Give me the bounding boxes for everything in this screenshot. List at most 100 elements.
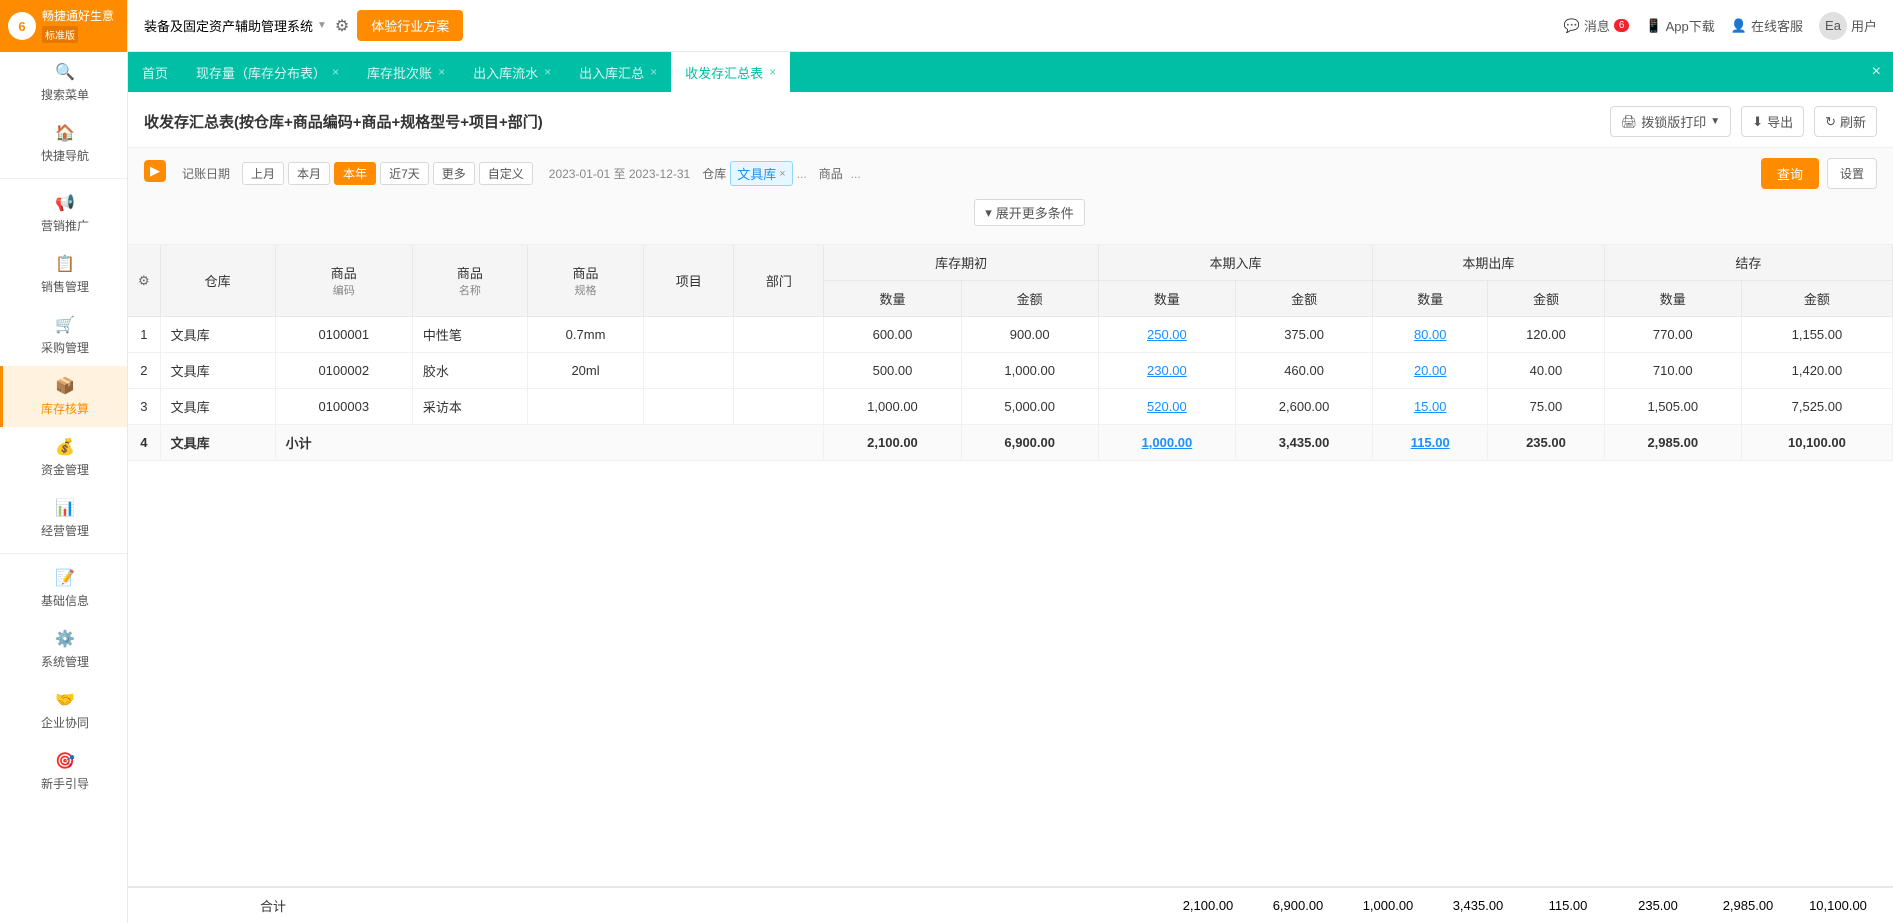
row1-out-qty[interactable]: 80.00 xyxy=(1373,317,1488,353)
tab-recv-summary-close[interactable]: × xyxy=(769,65,776,79)
refresh-button[interactable]: ↻ 刷新 xyxy=(1814,106,1877,137)
col-header-in-amt: 金额 xyxy=(1235,281,1372,317)
tab-flow-close[interactable]: × xyxy=(544,65,551,79)
table-settings-col[interactable]: ⚙ xyxy=(128,245,160,317)
row3-out-qty[interactable]: 15.00 xyxy=(1373,389,1488,425)
tab-summary-close[interactable]: × xyxy=(650,65,657,79)
row2-project xyxy=(644,353,734,389)
tab-batch-close[interactable]: × xyxy=(438,65,445,79)
row2-spec: 20ml xyxy=(527,353,643,389)
row2-in-qty[interactable]: 230.00 xyxy=(1098,353,1235,389)
gear-icon[interactable]: ⚙ xyxy=(335,16,349,36)
row3-name: 采访本 xyxy=(412,389,527,425)
basic-info-icon: 📝 xyxy=(55,568,75,588)
warehouse-more[interactable]: ... xyxy=(797,167,807,181)
date-btn-7days[interactable]: 近7天 xyxy=(380,162,429,185)
col-header-in: 本期入库 xyxy=(1098,245,1372,281)
sidebar-item-inventory[interactable]: 📦 库存核算 xyxy=(0,366,127,427)
avatar: Ea xyxy=(1819,12,1847,40)
sidebar-item-operations[interactable]: 📊 经营管理 xyxy=(0,488,127,549)
phone-icon: 📱 xyxy=(1645,18,1661,34)
settings-button[interactable]: 设置 xyxy=(1827,158,1877,189)
date-btn-custom[interactable]: 自定义 xyxy=(479,162,533,185)
logo-badge: 标准版 xyxy=(42,26,78,43)
goods-filter-label: 商品 xyxy=(819,165,843,182)
row1-project xyxy=(644,317,734,353)
subtotal-bal-amt: 10,100.00 xyxy=(1741,425,1892,461)
expand-more-conditions[interactable]: ▾ 展开更多条件 xyxy=(974,199,1085,226)
print-label: 拨锁版打印 xyxy=(1641,112,1706,131)
online-service-item[interactable]: 👤 在线客服 xyxy=(1731,16,1803,35)
sidebar-item-marketing[interactable]: 📢 营销推广 xyxy=(0,183,127,244)
row1-in-qty[interactable]: 250.00 xyxy=(1098,317,1235,353)
sidebar-label-operations: 经营管理 xyxy=(41,522,89,539)
col-header-project: 项目 xyxy=(644,245,734,317)
date-btn-this-year[interactable]: 本年 xyxy=(334,162,376,185)
row1-index: 1 xyxy=(128,317,160,353)
sales-icon: 📋 xyxy=(55,254,75,274)
sidebar-item-guide[interactable]: 🎯 新手引导 xyxy=(0,741,127,802)
subtotal-in-qty[interactable]: 1,000.00 xyxy=(1098,425,1235,461)
table-row: 3 文具库 0100003 采访本 1,000.00 5,000.00 520.… xyxy=(128,389,1893,425)
table-footer: 合计 2,100.00 6,900.00 1,000.00 3,435.00 1… xyxy=(128,886,1893,923)
sidebar-item-enterprise[interactable]: 🤝 企业协同 xyxy=(0,680,127,741)
filter-area: ▶ 记账日期 上月 本月 本年 近7天 更多 自定义 2023-01-01 至 … xyxy=(128,148,1893,245)
close-all-tabs[interactable]: × xyxy=(1860,63,1893,81)
date-btn-this-month[interactable]: 本月 xyxy=(288,162,330,185)
row2-out-amt: 40.00 xyxy=(1488,353,1604,389)
footer-label: 合计 xyxy=(250,896,1163,915)
sidebar-label-marketing: 营销推广 xyxy=(41,217,89,234)
user-item[interactable]: Ea 用户 xyxy=(1819,12,1877,40)
row3-spec xyxy=(527,389,643,425)
warehouse-tag-close[interactable]: × xyxy=(779,168,785,180)
message-item[interactable]: 💬 消息 6 xyxy=(1564,16,1630,35)
export-icon: ⬇ xyxy=(1752,114,1763,130)
tab-inventory-dist-close[interactable]: × xyxy=(332,65,339,79)
system-icon: ⚙️ xyxy=(55,629,75,649)
tab-summary[interactable]: 出入库汇总 × xyxy=(565,52,671,92)
guide-icon: 🎯 xyxy=(55,751,75,771)
sidebar-item-search[interactable]: 🔍 搜索菜单 xyxy=(0,52,127,113)
trial-button[interactable]: 体验行业方案 xyxy=(357,10,463,41)
row1-bal-qty: 770.00 xyxy=(1604,317,1741,353)
tab-flow[interactable]: 出入库流水 × xyxy=(459,52,565,92)
footer-in-qty: 1,000.00 xyxy=(1343,898,1433,913)
col-header-bal-amt: 金额 xyxy=(1741,281,1892,317)
tab-recv-summary[interactable]: 收发存汇总表 × xyxy=(671,52,790,92)
col-header-out-qty: 数量 xyxy=(1373,281,1488,317)
goods-more[interactable]: ... xyxy=(851,167,861,181)
tab-inventory-dist[interactable]: 现存量（库存分布表） × xyxy=(182,52,353,92)
row3-project xyxy=(644,389,734,425)
sidebar-item-basic-info[interactable]: 📝 基础信息 xyxy=(0,558,127,619)
sidebar-item-quick-nav[interactable]: 🏠 快捷导航 xyxy=(0,113,127,174)
row2-out-qty[interactable]: 20.00 xyxy=(1373,353,1488,389)
date-btn-prev-month[interactable]: 上月 xyxy=(242,162,284,185)
row3-in-qty[interactable]: 520.00 xyxy=(1098,389,1235,425)
date-btn-more[interactable]: 更多 xyxy=(433,162,475,185)
sidebar-item-finance[interactable]: 💰 资金管理 xyxy=(0,427,127,488)
topbar-left: 装备及固定资产辅助管理系统 ▼ ⚙ 体验行业方案 xyxy=(144,10,463,41)
row3-open-amt: 5,000.00 xyxy=(961,389,1098,425)
system-title-dropdown[interactable]: 装备及固定资产辅助管理系统 ▼ xyxy=(144,16,327,35)
page-header-actions: 🖨 拨锁版打印 ▼ ⬇ 导出 ↻ 刷新 xyxy=(1610,106,1877,137)
sidebar-item-sales[interactable]: 📋 销售管理 xyxy=(0,244,127,305)
tab-home[interactable]: 首页 xyxy=(128,52,182,92)
query-button[interactable]: 查询 xyxy=(1761,158,1819,189)
message-label: 消息 xyxy=(1584,16,1610,35)
tab-recv-summary-label: 收发存汇总表 xyxy=(685,63,763,82)
tab-batch[interactable]: 库存批次账 × xyxy=(353,52,459,92)
export-button[interactable]: ⬇ 导出 xyxy=(1741,106,1804,137)
subtotal-out-qty[interactable]: 115.00 xyxy=(1373,425,1488,461)
app-download-item[interactable]: 📱 App下载 xyxy=(1645,16,1714,35)
filter-toggle-button[interactable]: ▶ xyxy=(144,160,166,182)
row1-open-amt: 900.00 xyxy=(961,317,1098,353)
sidebar-label-basic-info: 基础信息 xyxy=(41,592,89,609)
operations-icon: 📊 xyxy=(55,498,75,518)
sidebar-label-quick-nav: 快捷导航 xyxy=(41,147,89,164)
col-header-dept: 部门 xyxy=(734,245,824,317)
col-header-spec: 商品规格 xyxy=(527,245,643,317)
row3-bal-amt: 7,525.00 xyxy=(1741,389,1892,425)
sidebar-item-system[interactable]: ⚙️ 系统管理 xyxy=(0,619,127,680)
sidebar-item-purchase[interactable]: 🛒 采购管理 xyxy=(0,305,127,366)
print-button[interactable]: 🖨 拨锁版打印 ▼ xyxy=(1610,106,1731,137)
